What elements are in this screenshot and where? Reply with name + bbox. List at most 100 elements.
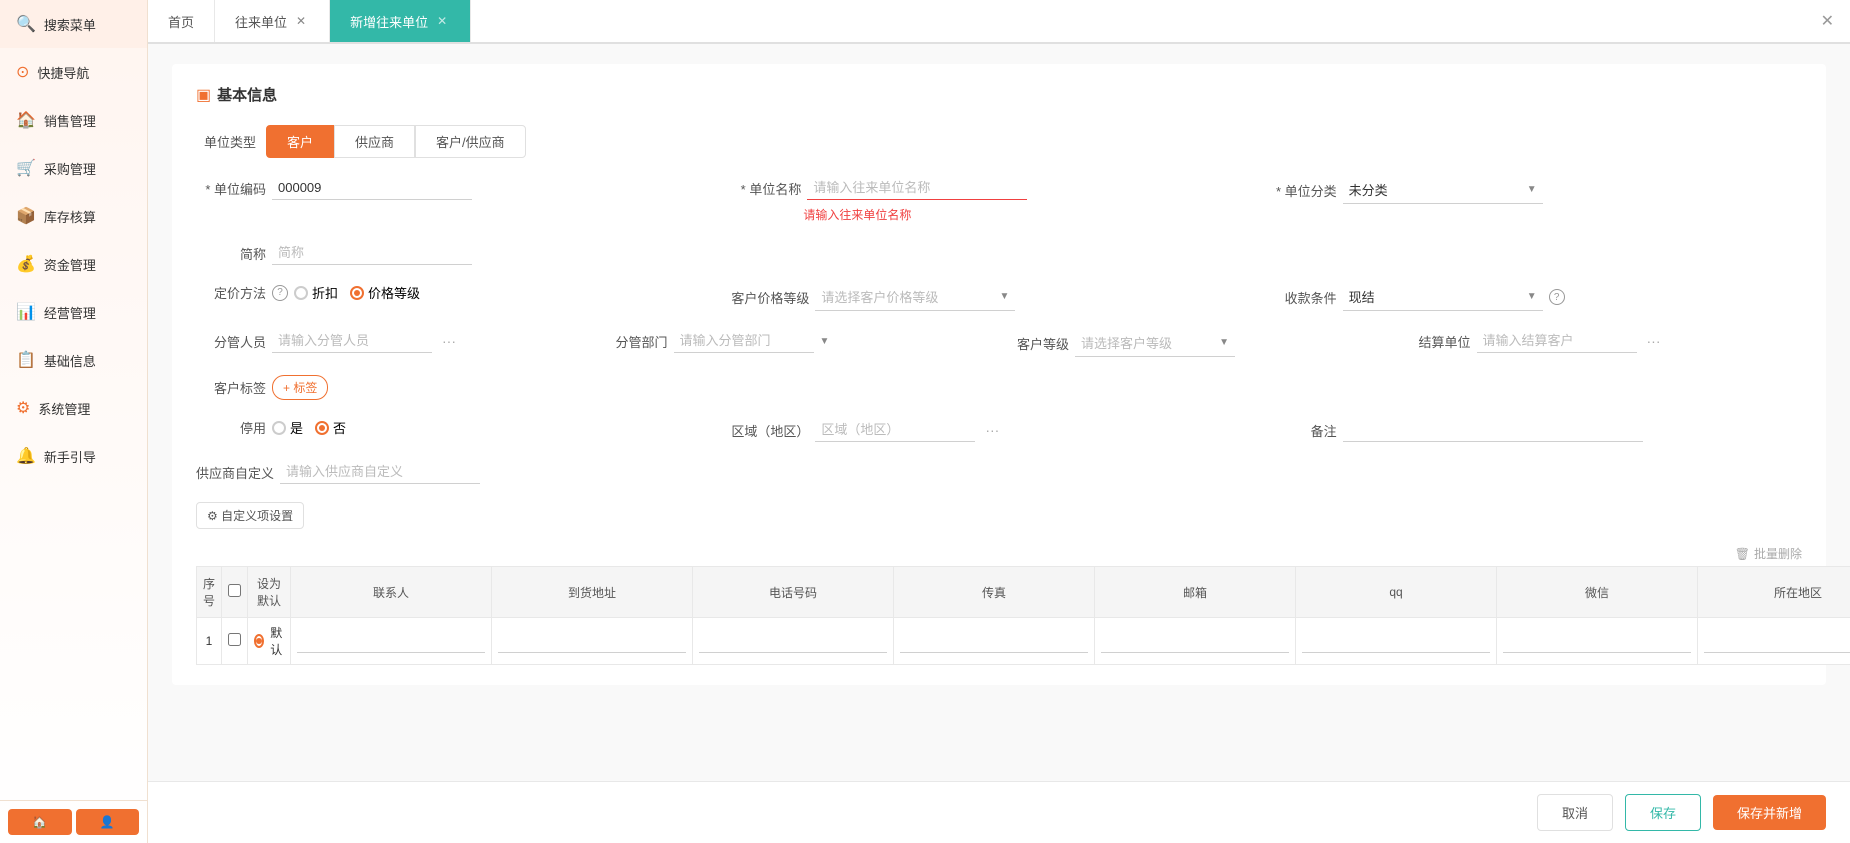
cell-region[interactable] — [1698, 618, 1850, 665]
sidebar-item-inventory[interactable]: 📦 库存核算 — [0, 192, 147, 240]
unit-name-input[interactable] — [807, 176, 1027, 200]
default-radio[interactable] — [254, 634, 264, 648]
qq-input[interactable] — [1302, 629, 1490, 653]
sidebar-item-system[interactable]: ⚙ 系统管理 — [0, 384, 147, 432]
col-email: 邮箱 — [1095, 567, 1296, 618]
cell-qq[interactable] — [1296, 618, 1497, 665]
disabled-yes-radio[interactable] — [272, 421, 286, 435]
type-btn-both[interactable]: 客户/供应商 — [415, 125, 526, 158]
supplier-custom-input[interactable] — [280, 460, 480, 484]
select-all-checkbox[interactable] — [228, 584, 241, 597]
region-table-input[interactable] — [1704, 629, 1850, 653]
abbr-label: 简称 — [196, 244, 266, 263]
tab-home[interactable]: 首页 — [148, 0, 215, 42]
disabled-no[interactable]: 否 — [315, 418, 346, 437]
unit-code-input[interactable] — [272, 176, 472, 200]
contact-input[interactable] — [297, 629, 485, 653]
email-input[interactable] — [1101, 629, 1289, 653]
disabled-yes[interactable]: 是 — [272, 418, 303, 437]
col-manager: 分管人员 ··· — [196, 329, 598, 353]
disabled-label: 停用 — [196, 418, 266, 437]
settlement-input[interactable] — [1477, 329, 1637, 353]
add-tag-btn[interactable]: + 标签 — [272, 375, 328, 400]
cell-check — [222, 618, 248, 665]
row-checkbox[interactable] — [228, 633, 241, 646]
sales-icon: 🏠 — [16, 110, 36, 130]
unit-type-label: 单位类型 — [196, 132, 256, 151]
form-section: ▣ 基本信息 单位类型 客户 供应商 客户/供应商 * 单位编码 — [172, 64, 1826, 685]
tab-partners-label: 往来单位 — [235, 12, 287, 31]
cell-contact[interactable] — [291, 618, 492, 665]
sidebar-item-purchase[interactable]: 🛒 采购管理 — [0, 144, 147, 192]
disabled-no-radio[interactable] — [315, 421, 329, 435]
business-icon: 📊 — [16, 302, 36, 322]
pricing-price-level[interactable]: 价格等级 — [350, 283, 420, 302]
pricing-discount-radio[interactable] — [294, 286, 308, 300]
save-button[interactable]: 保存 — [1625, 794, 1701, 831]
tab-new-partner-close[interactable]: ✕ — [434, 13, 450, 29]
sidebar-home-btn[interactable]: 🏠 — [8, 809, 72, 835]
payment-terms-help[interactable]: ? — [1549, 289, 1565, 305]
address-input[interactable] — [498, 629, 686, 653]
pricing-discount[interactable]: 折扣 — [294, 283, 338, 302]
cust-level-select[interactable]: 请选择客户等级 ▼ — [1075, 329, 1235, 357]
settlement-more-btn[interactable]: ··· — [1643, 333, 1665, 349]
cell-default[interactable]: 默认 — [248, 618, 291, 665]
cell-wechat[interactable] — [1497, 618, 1698, 665]
close-all-tabs[interactable]: ✕ — [1805, 11, 1850, 31]
purchase-icon: 🛒 — [16, 158, 36, 178]
fax-input[interactable] — [900, 629, 1088, 653]
payment-terms-chevron: ▼ — [1527, 291, 1537, 302]
save-new-button[interactable]: 保存并新增 — [1713, 795, 1826, 830]
col-seq: 序号 — [197, 567, 222, 618]
cancel-button[interactable]: 取消 — [1537, 794, 1613, 831]
sidebar-item-search[interactable]: 🔍 搜索菜单 — [0, 0, 147, 48]
cust-level-chevron: ▼ — [1219, 337, 1229, 348]
cell-phone[interactable] — [693, 618, 894, 665]
cell-fax[interactable] — [894, 618, 1095, 665]
region-more-btn[interactable]: ··· — [981, 422, 1003, 438]
remark-input[interactable] — [1343, 418, 1643, 442]
type-btn-customer[interactable]: 客户 — [266, 125, 334, 158]
pricing-pricelevel-label: 价格等级 — [368, 283, 420, 302]
sidebar-item-label: 库存核算 — [44, 207, 96, 226]
phone-input[interactable] — [699, 629, 887, 653]
pricing-pricelevel-radio[interactable] — [350, 286, 364, 300]
col-unit-name: * 单位名称 请输入往来单位名称 — [731, 176, 1266, 223]
cell-address[interactable] — [492, 618, 693, 665]
unit-category-select[interactable]: 未分类 ▼ — [1343, 176, 1543, 204]
sidebar-item-baseinfo[interactable]: 📋 基础信息 — [0, 336, 147, 384]
section-header: ▣ 基本信息 — [196, 84, 1802, 105]
cell-email[interactable] — [1095, 618, 1296, 665]
cust-price-select[interactable]: 请选择客户价格等级 ▼ — [815, 283, 1015, 311]
abbr-input[interactable] — [272, 241, 472, 265]
manager-input[interactable] — [272, 329, 432, 353]
sidebar-item-finance[interactable]: 💰 资金管理 — [0, 240, 147, 288]
pricing-help-icon[interactable]: ? — [272, 285, 288, 301]
sidebar-item-guide[interactable]: 🔔 新手引导 — [0, 432, 147, 480]
manager-more-btn[interactable]: ··· — [438, 333, 460, 349]
sidebar-item-quicknav[interactable]: ⊙ 快捷导航 — [0, 48, 147, 96]
payment-terms-select[interactable]: 现结 ▼ — [1343, 283, 1543, 311]
tab-partners[interactable]: 往来单位 ✕ — [215, 0, 330, 42]
tab-bar: 首页 往来单位 ✕ 新增往来单位 ✕ ✕ — [148, 0, 1850, 44]
tab-partners-close[interactable]: ✕ — [293, 13, 309, 29]
type-btn-supplier[interactable]: 供应商 — [334, 125, 415, 158]
pricing-radio-group: 折扣 价格等级 — [294, 283, 420, 302]
sidebar-item-label: 快捷导航 — [37, 63, 89, 82]
sidebar-user-btn[interactable]: 👤 — [76, 809, 140, 835]
payment-terms-label: 收款条件 — [1267, 288, 1337, 307]
dept-input[interactable] — [674, 329, 814, 353]
batch-delete-btn[interactable]: 🗑 批量删除 — [1735, 545, 1802, 562]
tab-new-partner[interactable]: 新增往来单位 ✕ — [330, 0, 471, 42]
custom-settings-btn[interactable]: ⚙ 自定义项设置 — [196, 502, 304, 529]
region-input[interactable] — [815, 418, 975, 442]
sidebar-item-sales[interactable]: 🏠 销售管理 — [0, 96, 147, 144]
main-area: 首页 往来单位 ✕ 新增往来单位 ✕ ✕ ▣ 基本信息 单位类型 — [148, 0, 1850, 843]
col-supplier-custom: 供应商自定义 — [196, 460, 1802, 484]
wechat-input[interactable] — [1503, 629, 1691, 653]
dept-chevron: ▼ — [820, 336, 830, 347]
unit-name-error: 请输入往来单位名称 — [803, 208, 911, 222]
default-radio-item[interactable]: 默认 — [254, 624, 284, 658]
sidebar-item-business[interactable]: 📊 经营管理 — [0, 288, 147, 336]
